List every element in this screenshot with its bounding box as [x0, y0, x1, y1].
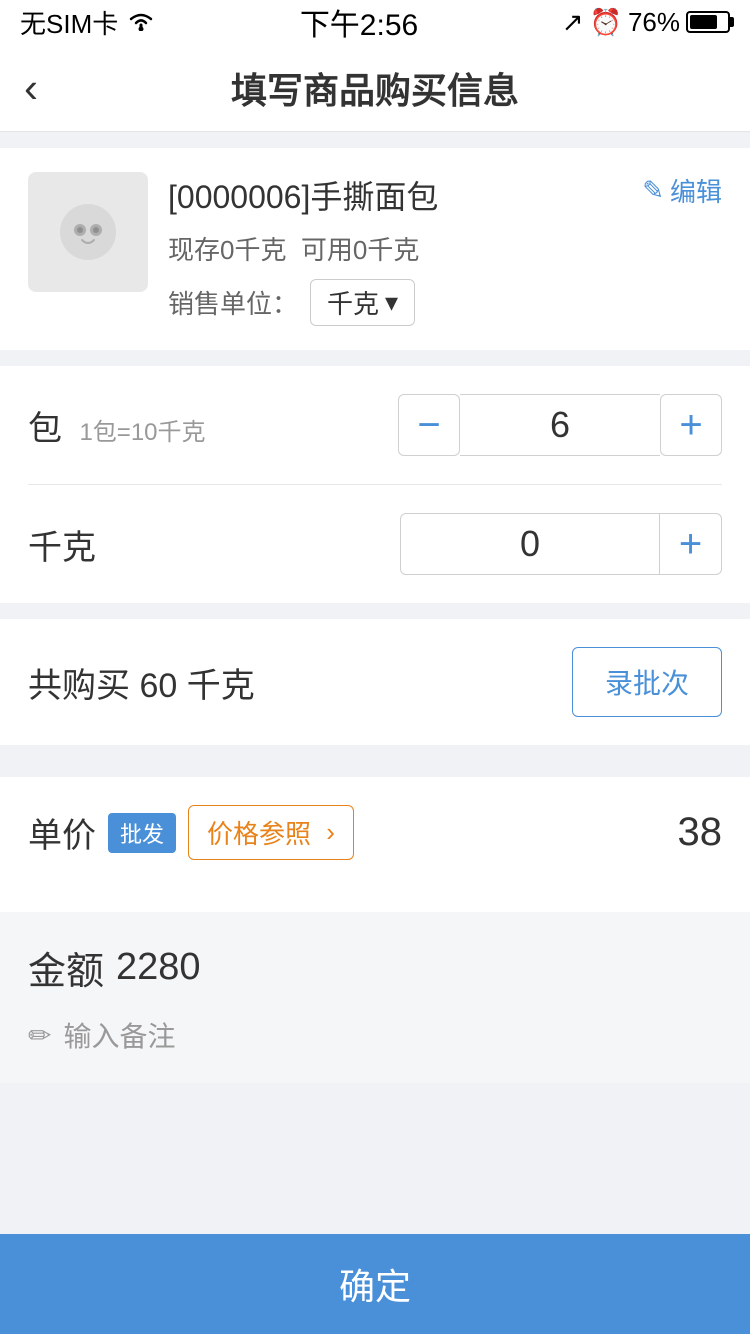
bao-input-row: 包 1包=10千克 − + [0, 366, 750, 484]
pifa-badge: 批发 [108, 813, 176, 853]
kg-quantity-input[interactable] [400, 513, 660, 575]
amount-row: 金额 2280 [28, 940, 722, 995]
separator-1 [0, 350, 750, 366]
status-right: ↗ ⏰ 76% [562, 7, 730, 38]
batch-button[interactable]: 录批次 [572, 647, 722, 717]
edit-button[interactable]: ✎ 编辑 [642, 172, 722, 209]
battery-percent: 76% [628, 7, 680, 38]
pencil-icon: ✏ [28, 1019, 51, 1052]
summary-amount: 60 [139, 667, 177, 705]
confirm-bar[interactable]: 确定 [0, 1234, 750, 1334]
product-stock: 现存0千克 可用0千克 [168, 230, 722, 267]
unit-select[interactable]: 千克 ▾ [310, 279, 415, 326]
alarm-icon: ⏰ [590, 7, 622, 38]
page-title: 填写商品购买信息 [231, 62, 519, 114]
amount-label: 金额 [28, 940, 104, 995]
kg-quantity-control: + [400, 513, 722, 575]
product-image [28, 172, 148, 292]
bao-section: 包 1包=10千克 − + 千克 + [0, 366, 750, 603]
wifi-icon [126, 7, 156, 38]
chevron-down-icon: ▾ [385, 287, 398, 318]
bao-quantity-control: − + [398, 394, 722, 456]
price-ref-button[interactable]: 价格参照 › [188, 805, 354, 860]
amount-value: 2280 [116, 946, 201, 989]
summary-text: 共购买 60 千克 [28, 658, 255, 707]
bao-hint: 1包=10千克 [79, 419, 205, 446]
back-button[interactable]: ‹ [24, 64, 38, 112]
status-time: 下午2:56 [300, 0, 418, 44]
product-card: [0000006]手撕面包 现存0千克 可用0千克 销售单位： 千克 ▾ ✎ 编… [0, 148, 750, 350]
separator-2 [0, 745, 750, 761]
status-bar: 无SIM卡 下午2:56 ↗ ⏰ 76% [0, 0, 750, 44]
price-row: 单价 批发 价格参照 › 38 [28, 805, 722, 860]
remark-row[interactable]: ✏ 输入备注 [28, 1015, 722, 1055]
location-icon: ↗ [562, 7, 584, 38]
remark-placeholder: 输入备注 [63, 1015, 175, 1055]
summary-section: 共购买 60 千克 录批次 [0, 619, 750, 745]
bao-minus-button[interactable]: − [398, 394, 460, 456]
nav-bar: ‹ 填写商品购买信息 [0, 44, 750, 132]
price-value: 38 [678, 810, 723, 855]
confirm-button[interactable]: 确定 [339, 1258, 411, 1310]
edit-icon: ✎ [642, 175, 664, 206]
kg-input-row: 千克 + [0, 485, 750, 603]
kg-label: 千克 [28, 520, 380, 569]
arrow-right-icon: › [326, 817, 335, 848]
product-unit-row: 销售单位： 千克 ▾ [168, 279, 722, 326]
battery-icon [686, 11, 730, 33]
amount-section: 金额 2280 ✏ 输入备注 [0, 912, 750, 1083]
bao-label: 包 1包=10千克 [28, 401, 378, 450]
status-left: 无SIM卡 [20, 4, 156, 41]
product-name: [0000006]手撕面包 [168, 172, 722, 218]
price-section: 单价 批发 价格参照 › 38 [0, 777, 750, 912]
bao-plus-button[interactable]: + [660, 394, 722, 456]
bao-quantity-input[interactable] [460, 394, 660, 456]
carrier-label: 无SIM卡 [20, 4, 118, 41]
price-label: 单价 批发 价格参照 › [28, 805, 354, 860]
product-info: [0000006]手撕面包 现存0千克 可用0千克 销售单位： 千克 ▾ [168, 172, 722, 326]
kg-plus-button[interactable]: + [660, 513, 722, 575]
